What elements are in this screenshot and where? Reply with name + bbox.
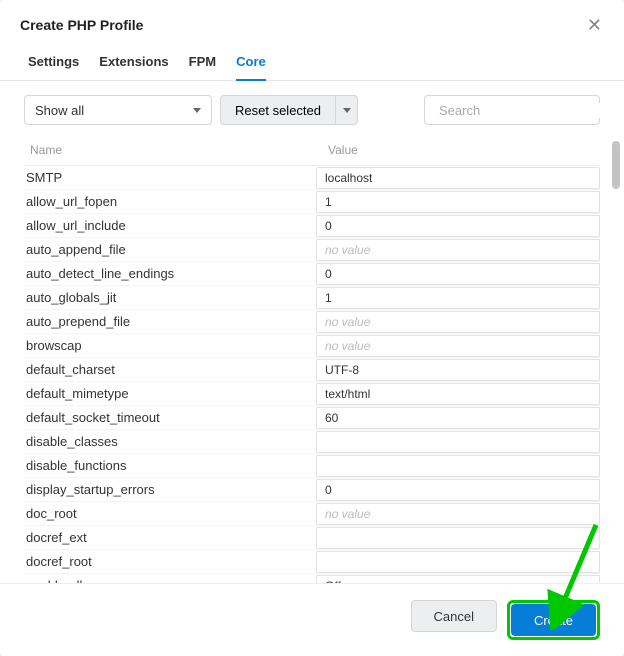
table-row: default_charsetUTF-8 bbox=[24, 358, 600, 382]
table-row: enable_dlOff bbox=[24, 574, 600, 583]
table-row: default_socket_timeout60 bbox=[24, 406, 600, 430]
table-row: disable_functions bbox=[24, 454, 600, 478]
search-field[interactable] bbox=[424, 95, 600, 125]
setting-value-input[interactable]: no value bbox=[316, 239, 600, 261]
setting-name: allow_url_fopen bbox=[24, 194, 316, 209]
cancel-button[interactable]: Cancel bbox=[411, 600, 497, 632]
table-row: allow_url_fopen1 bbox=[24, 190, 600, 214]
tab-settings[interactable]: Settings bbox=[28, 48, 79, 80]
setting-value-input[interactable]: 0 bbox=[316, 263, 600, 285]
setting-name: auto_detect_line_endings bbox=[24, 266, 316, 281]
table-row: default_mimetypetext/html bbox=[24, 382, 600, 406]
setting-name: SMTP bbox=[24, 170, 316, 185]
setting-value-input[interactable] bbox=[316, 455, 600, 477]
dialog-title: Create PHP Profile bbox=[20, 17, 143, 33]
setting-name: auto_globals_jit bbox=[24, 290, 316, 305]
create-php-profile-dialog: Create PHP Profile ✕ Settings Extensions F… bbox=[0, 0, 624, 656]
setting-value-input[interactable]: 0 bbox=[316, 215, 600, 237]
reset-button-group: Reset selected bbox=[220, 95, 358, 125]
tab-fpm[interactable]: FPM bbox=[189, 48, 216, 80]
setting-name: display_startup_errors bbox=[24, 482, 316, 497]
setting-name: browscap bbox=[24, 338, 316, 353]
scrollbar-thumb[interactable] bbox=[612, 141, 620, 189]
setting-value-input[interactable]: 1 bbox=[316, 191, 600, 213]
table-row: docref_ext bbox=[24, 526, 600, 550]
table-row: browscapno value bbox=[24, 334, 600, 358]
setting-value-input[interactable]: text/html bbox=[316, 383, 600, 405]
column-name: Name bbox=[28, 143, 320, 157]
table-row: docref_root bbox=[24, 550, 600, 574]
close-icon[interactable]: ✕ bbox=[581, 14, 608, 36]
setting-value-input[interactable] bbox=[316, 431, 600, 453]
setting-name: auto_append_file bbox=[24, 242, 316, 257]
setting-name: default_mimetype bbox=[24, 386, 316, 401]
reset-split-button[interactable] bbox=[336, 95, 358, 125]
tab-core[interactable]: Core bbox=[236, 48, 266, 81]
table-row: display_startup_errors0 bbox=[24, 478, 600, 502]
setting-value-input[interactable]: 0 bbox=[316, 479, 600, 501]
setting-name: auto_prepend_file bbox=[24, 314, 316, 329]
setting-name: docref_ext bbox=[24, 530, 316, 545]
filter-dropdown[interactable]: Show all bbox=[24, 95, 212, 125]
search-input[interactable] bbox=[439, 103, 615, 118]
annotation-highlight: Create bbox=[507, 600, 600, 640]
dialog-header: Create PHP Profile ✕ bbox=[0, 0, 624, 48]
filter-dropdown-label: Show all bbox=[35, 103, 84, 118]
table-row: disable_classes bbox=[24, 430, 600, 454]
settings-table: Name Value SMTPlocalhostallow_url_fopen1… bbox=[0, 137, 624, 583]
create-button[interactable]: Create bbox=[511, 604, 596, 636]
column-value: Value bbox=[320, 143, 596, 157]
setting-value-input[interactable] bbox=[316, 551, 600, 573]
setting-name: default_socket_timeout bbox=[24, 410, 316, 425]
setting-value-input[interactable]: no value bbox=[316, 311, 600, 333]
setting-value-input[interactable]: no value bbox=[316, 503, 600, 525]
table-row: auto_detect_line_endings0 bbox=[24, 262, 600, 286]
setting-value-input[interactable]: 1 bbox=[316, 287, 600, 309]
setting-name: default_charset bbox=[24, 362, 316, 377]
setting-value-input[interactable]: 60 bbox=[316, 407, 600, 429]
chevron-down-icon bbox=[193, 108, 201, 113]
setting-name: enable_dl bbox=[24, 578, 316, 583]
tab-bar: Settings Extensions FPM Core bbox=[0, 48, 624, 81]
setting-name: doc_root bbox=[24, 506, 316, 521]
setting-name: docref_root bbox=[24, 554, 316, 569]
setting-value-input[interactable]: no value bbox=[316, 335, 600, 357]
dialog-footer: Cancel Create bbox=[0, 583, 624, 656]
table-row: auto_append_fileno value bbox=[24, 238, 600, 262]
toolbar: Show all Reset selected bbox=[0, 81, 624, 137]
table-row: allow_url_include0 bbox=[24, 214, 600, 238]
setting-value-input[interactable]: localhost bbox=[316, 167, 600, 189]
setting-name: disable_classes bbox=[24, 434, 316, 449]
table-row: SMTPlocalhost bbox=[24, 166, 600, 190]
tab-extensions[interactable]: Extensions bbox=[99, 48, 168, 80]
setting-name: disable_functions bbox=[24, 458, 316, 473]
setting-name: allow_url_include bbox=[24, 218, 316, 233]
table-row: doc_rootno value bbox=[24, 502, 600, 526]
table-header: Name Value bbox=[24, 137, 600, 166]
chevron-down-icon bbox=[343, 108, 351, 113]
setting-value-input[interactable] bbox=[316, 527, 600, 549]
reset-selected-button[interactable]: Reset selected bbox=[220, 95, 336, 125]
setting-value-input[interactable]: UTF-8 bbox=[316, 359, 600, 381]
table-row: auto_globals_jit1 bbox=[24, 286, 600, 310]
table-row: auto_prepend_fileno value bbox=[24, 310, 600, 334]
setting-value-input[interactable]: Off bbox=[316, 575, 600, 584]
